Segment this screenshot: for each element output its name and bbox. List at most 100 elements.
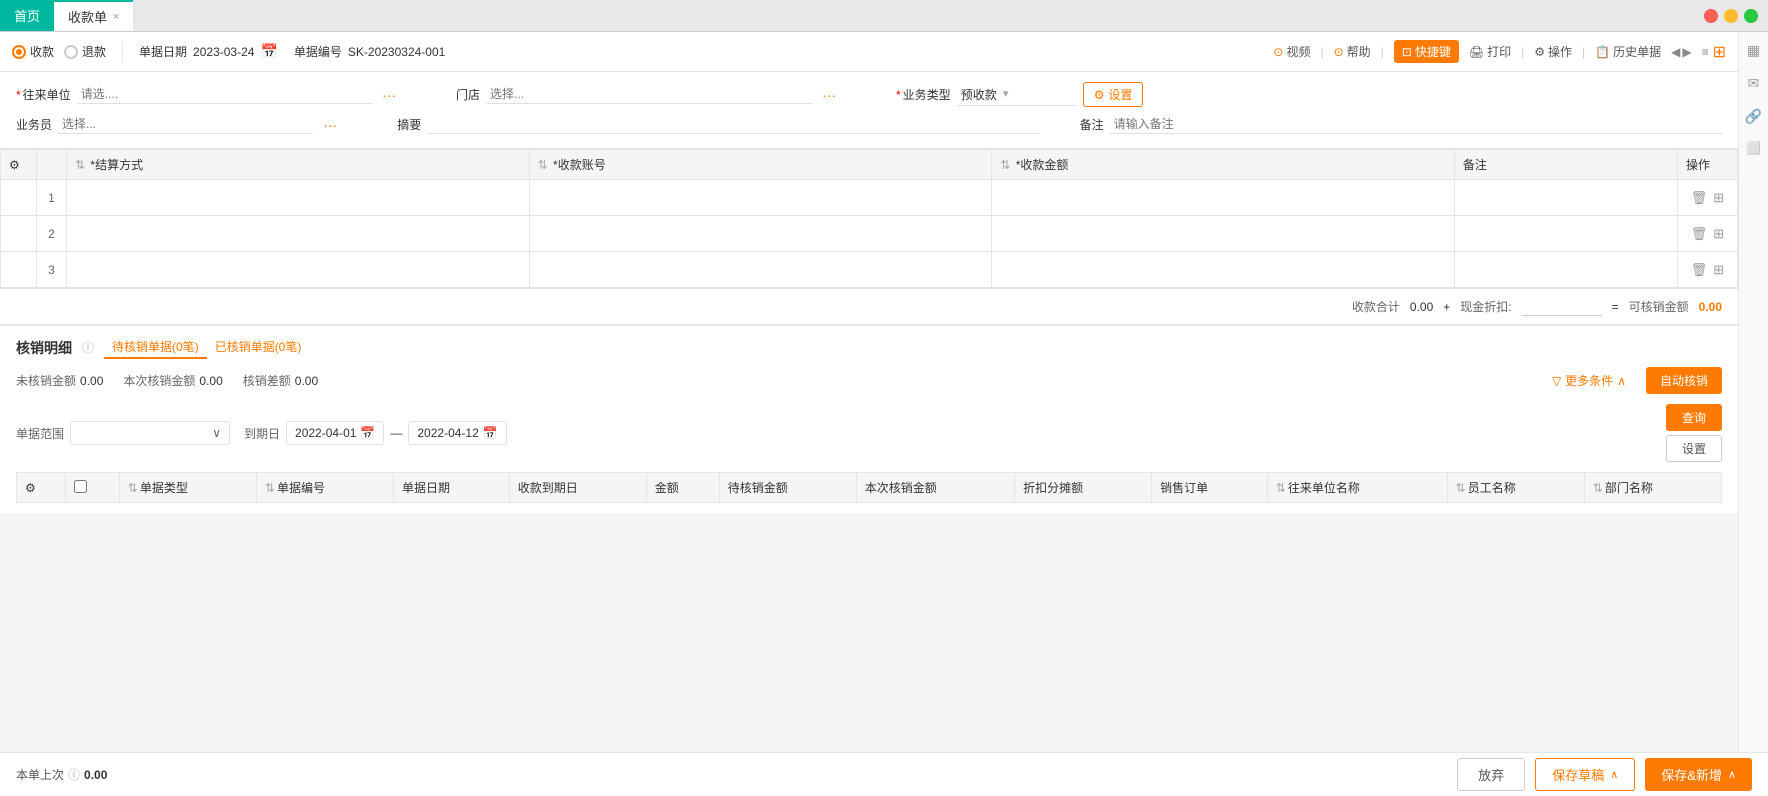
- plus-sign: +: [1443, 300, 1450, 314]
- nav-next[interactable]: ▶: [1682, 45, 1691, 59]
- counterpart-input[interactable]: [77, 85, 372, 104]
- store-input[interactable]: [486, 85, 812, 104]
- receipt-radio[interactable]: 收款: [12, 43, 54, 60]
- tab-home[interactable]: 首页: [0, 0, 54, 31]
- settlement-cell-2[interactable]: [67, 216, 530, 252]
- nav-prev[interactable]: ◀: [1671, 45, 1680, 59]
- sidebar-table-icon[interactable]: ▦: [1747, 42, 1760, 59]
- bottom-col-dept: ⇅部门名称: [1584, 473, 1721, 503]
- remarks-cell-1[interactable]: [1454, 180, 1677, 216]
- salesperson-more-btn[interactable]: ···: [323, 117, 337, 133]
- win-min-btn[interactable]: [1724, 9, 1738, 23]
- pending-tab[interactable]: 待核销单据(0笔): [104, 336, 207, 359]
- footer-info-icon[interactable]: ⓘ: [68, 766, 80, 783]
- bottom-col-doc-num: ⇅单据编号: [256, 473, 393, 503]
- history-btn[interactable]: 📋 历史单据: [1595, 43, 1661, 60]
- remarks-cell-2[interactable]: [1454, 216, 1677, 252]
- help-btn[interactable]: ⊙ 帮助: [1334, 43, 1371, 60]
- form-settings-btn[interactable]: ⚙ 设置: [1083, 82, 1144, 107]
- date-from-input[interactable]: 2022-04-01 📅: [286, 421, 384, 445]
- doc-range-select[interactable]: ∨: [70, 421, 230, 445]
- verifiable-value: 0.00: [1699, 300, 1722, 314]
- account-cell-3[interactable]: [529, 252, 992, 288]
- receipt-radio-dot: [12, 45, 26, 59]
- date-to-input[interactable]: 2022-04-12 📅: [408, 421, 506, 445]
- business-type-select[interactable]: 预收款 ▼: [957, 84, 1077, 106]
- due-date-field: 到期日 2022-04-01 📅 — 2022-04-12 📅: [244, 421, 507, 445]
- grid-view-icon[interactable]: ⊞: [1713, 42, 1726, 62]
- delete-btn-3[interactable]: 🗑: [1691, 262, 1708, 278]
- col-settings[interactable]: ⚙: [1, 150, 37, 180]
- settings-sm-btn[interactable]: 设置: [1666, 435, 1722, 462]
- bottom-col-amount: 金额: [646, 473, 719, 503]
- date-value: 2023-03-24: [193, 45, 254, 59]
- help-label: 帮助: [1347, 43, 1371, 60]
- save-draft-btn[interactable]: 保存草稿 ∧: [1535, 758, 1635, 791]
- operate-btn[interactable]: ⚙ 操作: [1534, 43, 1572, 60]
- discount-input[interactable]: [1522, 297, 1602, 316]
- copy-btn-2[interactable]: ⊞: [1713, 226, 1724, 242]
- gear-icon: ⚙: [1094, 88, 1105, 102]
- amount-cell-2[interactable]: [992, 216, 1455, 252]
- sidebar-link-icon[interactable]: 🔗: [1745, 108, 1762, 125]
- toolbar-divider-4: |: [1521, 45, 1524, 59]
- delete-btn-1[interactable]: 🗑: [1691, 190, 1708, 206]
- shortcut-icon: ⊡: [1402, 45, 1412, 59]
- salesperson-input[interactable]: [58, 115, 313, 134]
- current-stat: 本次核销金额 0.00: [123, 372, 222, 389]
- delete-btn-2[interactable]: 🗑: [1691, 226, 1708, 242]
- account-cell-1[interactable]: [529, 180, 992, 216]
- copy-btn-1[interactable]: ⊞: [1713, 190, 1724, 206]
- more-filter-btn[interactable]: ▽ 更多条件 ∧: [1552, 372, 1626, 389]
- save-new-btn[interactable]: 保存&新增 ∧: [1645, 758, 1752, 791]
- sidebar-screenshot-icon[interactable]: ⬜: [1746, 141, 1761, 155]
- copy-btn-3[interactable]: ⊞: [1713, 262, 1724, 278]
- form-row-2: 业务员 ··· 摘要 备注: [16, 115, 1722, 134]
- amount-cell-1[interactable]: [992, 180, 1455, 216]
- remarks-cell-3[interactable]: [1454, 252, 1677, 288]
- action-cell-2: 🗑 ⊞: [1678, 216, 1738, 252]
- business-type-label: *业务类型: [896, 86, 951, 103]
- verification-info-icon[interactable]: ⓘ: [82, 339, 94, 356]
- counterpart-field: *往来单位 ···: [16, 85, 396, 104]
- bottom-col-settings[interactable]: ⚙: [17, 473, 66, 503]
- print-btn[interactable]: 🖨 打印: [1469, 43, 1511, 60]
- refund-radio[interactable]: 退款: [64, 43, 106, 60]
- filter-chevron: ∧: [1617, 374, 1626, 388]
- remarks-field: 备注: [1080, 115, 1722, 134]
- win-max-btn[interactable]: [1744, 9, 1758, 23]
- select-all-checkbox[interactable]: [74, 480, 87, 493]
- salesperson-field: 业务员 ···: [16, 115, 337, 134]
- auto-verify-btn[interactable]: 自动核销: [1646, 367, 1722, 394]
- calendar-icon[interactable]: 📅: [260, 43, 277, 60]
- settlement-cell-3[interactable]: [67, 252, 530, 288]
- tab-receipts[interactable]: 收款单 ×: [54, 0, 133, 31]
- win-close-btn[interactable]: [1704, 9, 1718, 23]
- diff-value: 0.00: [295, 374, 318, 388]
- account-cell-2[interactable]: [529, 216, 992, 252]
- window-controls: [1704, 9, 1768, 23]
- tab-home-label: 首页: [14, 6, 40, 25]
- shortcut-btn[interactable]: ⊡ 快捷键: [1394, 40, 1459, 63]
- footer: 本单上次 ⓘ 0.00 放弃 保存草稿 ∧ 保存&新增 ∧: [0, 752, 1768, 796]
- verifiable-label: 可核销金额: [1629, 298, 1689, 315]
- amount-cell-3[interactable]: [992, 252, 1455, 288]
- total-label: 收款合计: [1352, 298, 1400, 315]
- video-btn[interactable]: ⊙ 视频: [1273, 43, 1310, 60]
- counterpart-more-btn[interactable]: ···: [382, 87, 396, 103]
- query-btn[interactable]: 查询: [1666, 404, 1722, 431]
- store-more-btn[interactable]: ···: [822, 87, 836, 103]
- remarks-input[interactable]: [1110, 115, 1722, 134]
- date-from-value: 2022-04-01: [295, 426, 356, 440]
- discard-btn[interactable]: 放弃: [1457, 758, 1525, 791]
- settlement-cell-1[interactable]: [67, 180, 530, 216]
- tab-close-btn[interactable]: ×: [113, 11, 119, 23]
- equals-sign: =: [1612, 300, 1619, 314]
- summary-input[interactable]: [427, 115, 1039, 134]
- completed-tab[interactable]: 已核销单据(0笔): [207, 336, 310, 359]
- stats-row: 未核销金额 0.00 本次核销金额 0.00 核销差额 0.00 ▽ 更多条件 …: [16, 367, 1722, 394]
- row-settings-cell-2: [1, 216, 37, 252]
- list-view-icon[interactable]: ≡: [1702, 45, 1709, 59]
- sidebar-mail-icon[interactable]: ✉: [1748, 75, 1760, 92]
- history-icon: 📋: [1595, 45, 1610, 59]
